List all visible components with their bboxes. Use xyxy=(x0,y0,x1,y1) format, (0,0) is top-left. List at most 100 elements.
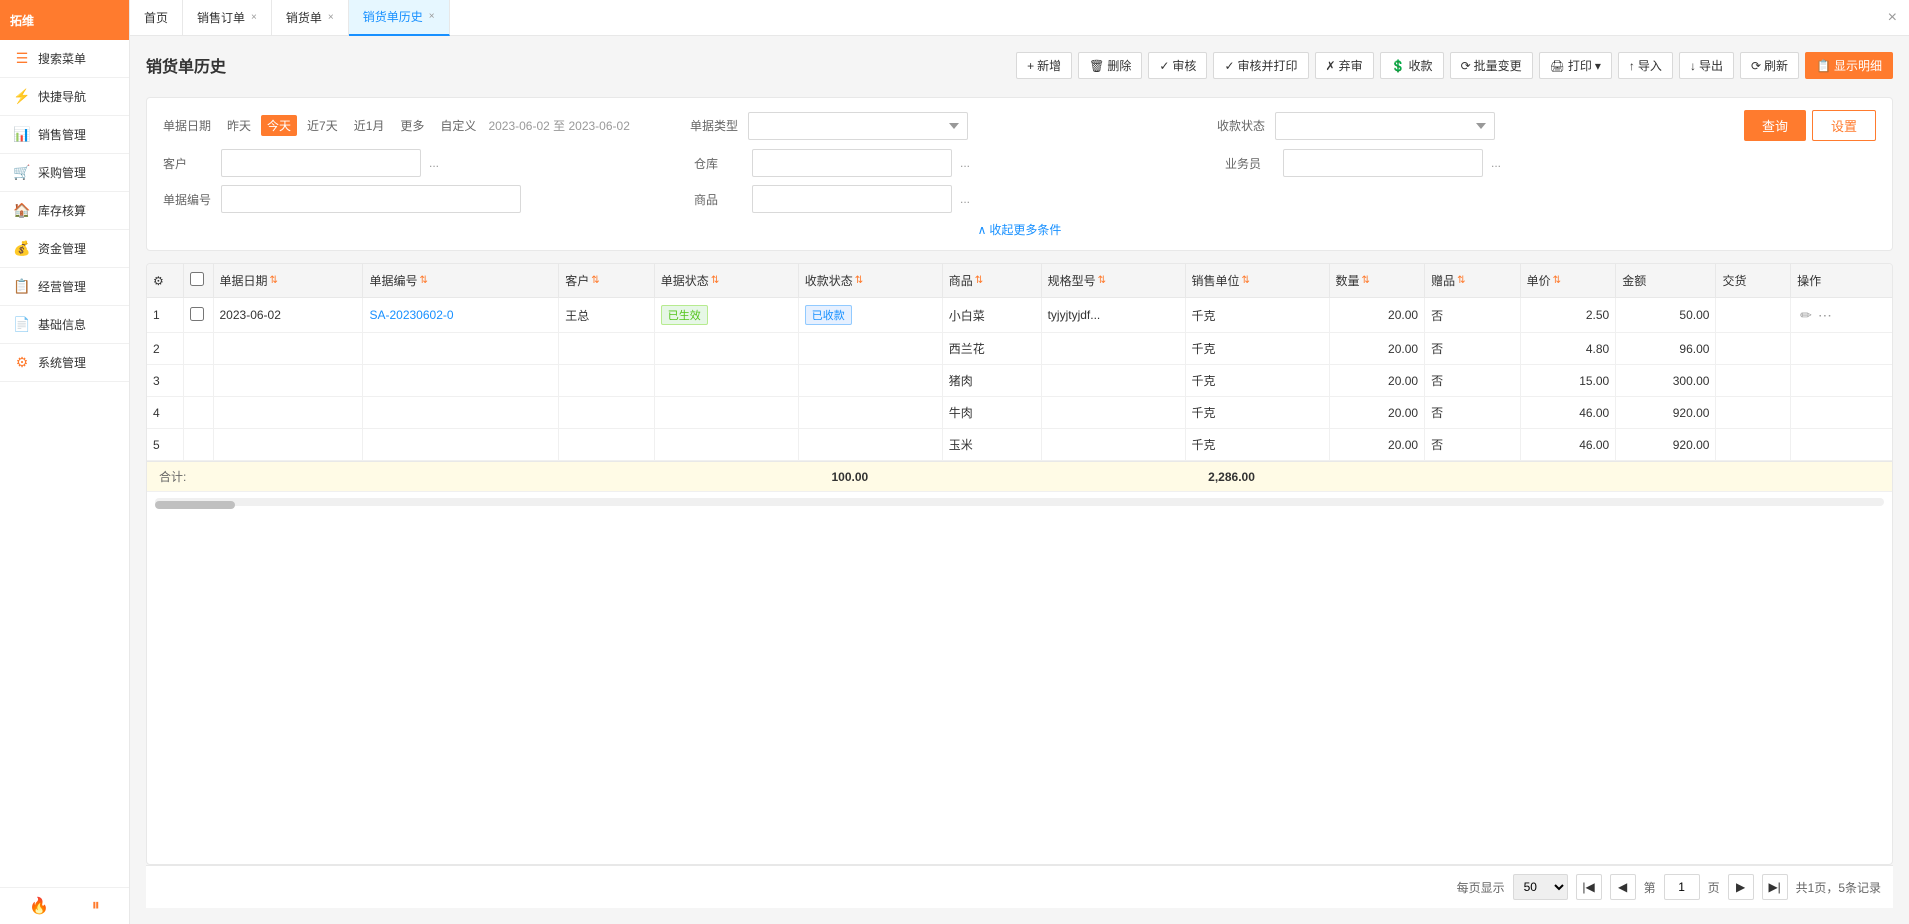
goods-ellipsis[interactable]: ... xyxy=(960,192,970,206)
col-settings[interactable]: ⚙ xyxy=(147,264,183,298)
sidebar-item-operations-mgmt[interactable]: 📋 经营管理 xyxy=(0,268,129,306)
cell-row-num: 4 xyxy=(147,397,183,429)
doc-type-select[interactable] xyxy=(748,112,968,140)
customer-ellipsis[interactable]: ... xyxy=(429,156,439,170)
cell-spec xyxy=(1041,333,1185,365)
pause-icon[interactable]: ⏸ xyxy=(92,897,100,915)
col-doc-no[interactable]: 单据编号 ⇅ xyxy=(363,264,559,298)
collapse-button[interactable]: ∧ 收起更多条件 xyxy=(978,221,1062,238)
fire-icon[interactable]: 🔥 xyxy=(29,896,49,916)
export-button[interactable]: ↓ 导出 xyxy=(1679,52,1734,79)
collapse-row: ∧ 收起更多条件 xyxy=(163,221,1876,238)
cell-doc-no: SA-20230602-0 xyxy=(363,298,559,333)
delete-button[interactable]: 🗑 删除 xyxy=(1078,52,1142,79)
tab-sales-order[interactable]: 销售订单 × xyxy=(183,0,272,36)
cell-price: 46.00 xyxy=(1520,397,1616,429)
sidebar-item-finance-mgmt[interactable]: 💰 资金管理 xyxy=(0,230,129,268)
col-goods[interactable]: 商品 ⇅ xyxy=(942,264,1041,298)
col-doc-status[interactable]: 单据状态 ⇅ xyxy=(654,264,798,298)
close-sales-order-icon[interactable]: × xyxy=(251,12,257,23)
col-qty[interactable]: 数量 ⇅ xyxy=(1329,264,1425,298)
doc-no-link[interactable]: SA-20230602-0 xyxy=(369,308,453,322)
page-size-select[interactable]: 50 100 xyxy=(1513,874,1568,900)
abandon-button[interactable]: ✗ 弃审 xyxy=(1315,52,1374,79)
sort-unit-icon: ⇅ xyxy=(1242,275,1250,286)
select-all-checkbox[interactable] xyxy=(190,272,204,286)
cell-row-num: 1 xyxy=(147,298,183,333)
shortcut-7days[interactable]: 近7天 xyxy=(301,115,344,136)
total-info: 共1页，5条记录 xyxy=(1796,879,1881,896)
sort-price-icon: ⇅ xyxy=(1553,275,1561,286)
col-unit[interactable]: 销售单位 ⇅ xyxy=(1185,264,1329,298)
warehouse-input[interactable] xyxy=(752,149,952,177)
col-gift[interactable]: 赠品 ⇅ xyxy=(1425,264,1521,298)
shortcut-today[interactable]: 今天 xyxy=(261,115,297,136)
cell-amount: 50.00 xyxy=(1616,298,1716,333)
more-icon[interactable]: ⋯ xyxy=(1818,307,1832,323)
staff-input[interactable] xyxy=(1283,149,1483,177)
query-button[interactable]: 查询 xyxy=(1744,110,1806,141)
doc-no-input[interactable] xyxy=(221,185,521,213)
cell-unit: 千克 xyxy=(1185,298,1329,333)
show-detail-button[interactable]: 📋 显示明细 xyxy=(1805,52,1893,79)
sidebar-item-system-mgmt[interactable]: ⚙ 系统管理 xyxy=(0,344,129,382)
page-title: 销货单历史 xyxy=(146,53,226,77)
edit-icon[interactable]: ✏ xyxy=(1800,307,1812,323)
tab-home[interactable]: 首页 xyxy=(130,0,183,36)
cell-qty: 20.00 xyxy=(1329,429,1425,461)
shortcut-yesterday[interactable]: 昨天 xyxy=(221,115,257,136)
cell-amount: 920.00 xyxy=(1616,397,1716,429)
col-checkbox xyxy=(183,264,213,298)
next-page-button[interactable]: ▶ xyxy=(1728,874,1754,900)
cell-unit: 千克 xyxy=(1185,429,1329,461)
sidebar-item-search-menu[interactable]: ☰ 搜索菜单 xyxy=(0,40,129,78)
collect-icon: 💲 xyxy=(1391,59,1406,73)
tab-sales-history[interactable]: 销货单历史 × xyxy=(349,0,450,36)
print-button[interactable]: 🖨 打印 ▾ xyxy=(1539,52,1612,79)
col-doc-date[interactable]: 单据日期 ⇅ xyxy=(213,264,363,298)
print-dropdown-icon: ▾ xyxy=(1595,59,1601,73)
shortcut-1month[interactable]: 近1月 xyxy=(348,115,391,136)
window-close-icon[interactable]: × xyxy=(1876,9,1909,27)
tab-sales-goods[interactable]: 销货单 × xyxy=(272,0,349,36)
collect-button[interactable]: 💲 收款 xyxy=(1380,52,1444,79)
row-checkbox[interactable] xyxy=(190,307,204,321)
add-button[interactable]: + 新增 xyxy=(1016,52,1072,79)
batch-change-button[interactable]: ⟳ 批量变更 xyxy=(1450,52,1533,79)
page-number-input[interactable] xyxy=(1664,874,1700,900)
sidebar-item-sales-mgmt[interactable]: 📊 销售管理 xyxy=(0,116,129,154)
cell-trade xyxy=(1716,397,1791,429)
sidebar-item-inventory-calc[interactable]: 🏠 库存核算 xyxy=(0,192,129,230)
goods-input[interactable] xyxy=(752,185,952,213)
cell-price: 46.00 xyxy=(1520,429,1616,461)
payment-status-select[interactable] xyxy=(1275,112,1495,140)
customer-input[interactable] xyxy=(221,149,421,177)
sidebar-item-purchase-mgmt[interactable]: 🛒 采购管理 xyxy=(0,154,129,192)
warehouse-ellipsis[interactable]: ... xyxy=(960,156,970,170)
header-toolbar-row: 销货单历史 + 新增 🗑 删除 ✓ 审核 ✓ 审核并打印 xyxy=(146,52,1893,89)
staff-ellipsis[interactable]: ... xyxy=(1491,156,1501,170)
table-settings-icon[interactable]: ⚙ xyxy=(153,274,164,288)
prev-page-button[interactable]: ◀ xyxy=(1610,874,1636,900)
cell-trade xyxy=(1716,333,1791,365)
col-payment-status[interactable]: 收款状态 ⇅ xyxy=(798,264,942,298)
shortcut-more[interactable]: 更多 xyxy=(394,115,430,136)
refresh-button[interactable]: ⟳ 刷新 xyxy=(1740,52,1799,79)
col-spec[interactable]: 规格型号 ⇅ xyxy=(1041,264,1185,298)
close-sales-goods-icon[interactable]: × xyxy=(328,12,334,23)
cell-row-num: 2 xyxy=(147,333,183,365)
sidebar-item-quick-nav[interactable]: ⚡ 快捷导航 xyxy=(0,78,129,116)
shortcut-custom[interactable]: 自定义 xyxy=(434,115,482,136)
sidebar-item-basic-info[interactable]: 📄 基础信息 xyxy=(0,306,129,344)
import-button[interactable]: ↑ 导入 xyxy=(1618,52,1673,79)
col-price[interactable]: 单价 ⇅ xyxy=(1520,264,1616,298)
last-page-button[interactable]: ▶| xyxy=(1762,874,1788,900)
horizontal-scrollbar[interactable] xyxy=(155,498,1884,506)
audit-print-button[interactable]: ✓ 审核并打印 xyxy=(1213,52,1308,79)
col-customer[interactable]: 客户 ⇅ xyxy=(559,264,655,298)
close-sales-history-icon[interactable]: × xyxy=(429,11,435,22)
audit-button[interactable]: ✓ 审核 xyxy=(1148,52,1207,79)
first-page-button[interactable]: |◀ xyxy=(1576,874,1602,900)
setting-button[interactable]: 设置 xyxy=(1812,110,1876,141)
cell-payment-status xyxy=(798,397,942,429)
